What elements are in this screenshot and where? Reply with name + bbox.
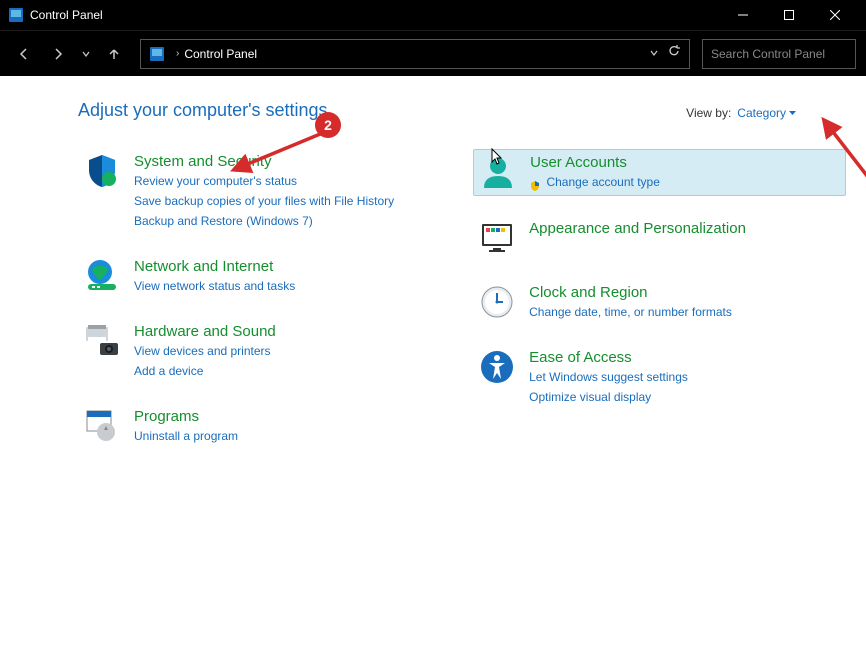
address-text: Control Panel — [184, 47, 649, 61]
category-link[interactable]: Save backup copies of your files with Fi… — [134, 192, 394, 210]
address-bar[interactable]: › Control Panel — [140, 39, 690, 69]
category-title[interactable]: Clock and Region — [529, 284, 732, 301]
annotation-badge-2: 2 — [315, 112, 341, 138]
content-area: Adjust your computer's settings View by:… — [0, 76, 866, 646]
category-network-internet: Network and Internet View network status… — [78, 254, 433, 299]
control-panel-icon — [8, 7, 24, 23]
category-appearance: Appearance and Personalization — [473, 216, 846, 260]
programs-icon — [84, 408, 120, 444]
category-link[interactable]: Let Windows suggest settings — [529, 368, 688, 386]
back-button[interactable] — [10, 40, 38, 68]
right-column: User Accounts Change account type Appear… — [473, 149, 846, 449]
nav-toolbar: › Control Panel — [0, 30, 866, 76]
category-programs: Programs Uninstall a program — [78, 404, 433, 449]
category-link[interactable]: View network status and tasks — [134, 277, 295, 295]
monitor-icon — [479, 220, 515, 256]
category-link[interactable]: Uninstall a program — [134, 427, 238, 445]
category-user-accounts[interactable]: User Accounts Change account type — [473, 149, 846, 196]
category-title[interactable]: User Accounts — [530, 154, 660, 171]
category-title[interactable]: Programs — [134, 408, 238, 425]
control-panel-icon — [149, 46, 165, 62]
title-bar: Control Panel — [0, 0, 866, 30]
cursor-icon — [488, 146, 506, 168]
chevron-down-icon — [789, 110, 796, 117]
clock-icon — [479, 284, 515, 320]
annotation-arrow-1 — [816, 120, 866, 198]
category-ease-of-access: Ease of Access Let Windows suggest setti… — [473, 345, 846, 410]
category-link[interactable]: Add a device — [134, 362, 276, 380]
view-by-label: View by: — [686, 106, 731, 120]
category-title[interactable]: Hardware and Sound — [134, 323, 276, 340]
category-title[interactable]: Appearance and Personalization — [529, 220, 746, 237]
close-button[interactable] — [812, 0, 858, 30]
uac-shield-icon — [530, 178, 540, 188]
printer-camera-icon — [84, 323, 120, 359]
user-icon — [480, 154, 516, 190]
view-by-value: Category — [737, 106, 786, 120]
up-button[interactable] — [100, 40, 128, 68]
category-title[interactable]: Network and Internet — [134, 258, 295, 275]
category-link[interactable]: Change date, time, or number formats — [529, 303, 732, 321]
category-link[interactable]: View devices and printers — [134, 342, 276, 360]
view-by-dropdown[interactable]: Category — [737, 106, 796, 120]
accessibility-icon — [479, 349, 515, 385]
search-box[interactable] — [702, 39, 856, 69]
chevron-right-icon: › — [176, 48, 179, 59]
category-link[interactable]: Optimize visual display — [529, 388, 688, 406]
forward-button[interactable] — [44, 40, 72, 68]
window-title: Control Panel — [30, 8, 720, 22]
refresh-button[interactable] — [667, 44, 681, 63]
left-column: System and Security Review your computer… — [78, 149, 433, 449]
maximize-button[interactable] — [766, 0, 812, 30]
category-link[interactable]: Change account type — [530, 173, 660, 191]
addr-dropdown[interactable] — [649, 45, 659, 63]
globe-icon — [84, 258, 120, 294]
category-hardware-sound: Hardware and Sound View devices and prin… — [78, 319, 433, 384]
category-title[interactable]: Ease of Access — [529, 349, 688, 366]
search-input[interactable] — [711, 47, 866, 61]
link-text: Change account type — [546, 175, 659, 189]
minimize-button[interactable] — [720, 0, 766, 30]
view-by-control: View by: Category — [686, 106, 796, 120]
category-link[interactable]: Backup and Restore (Windows 7) — [134, 212, 394, 230]
recent-dropdown[interactable] — [78, 40, 94, 68]
shield-icon — [84, 153, 120, 189]
category-clock-region: Clock and Region Change date, time, or n… — [473, 280, 846, 325]
